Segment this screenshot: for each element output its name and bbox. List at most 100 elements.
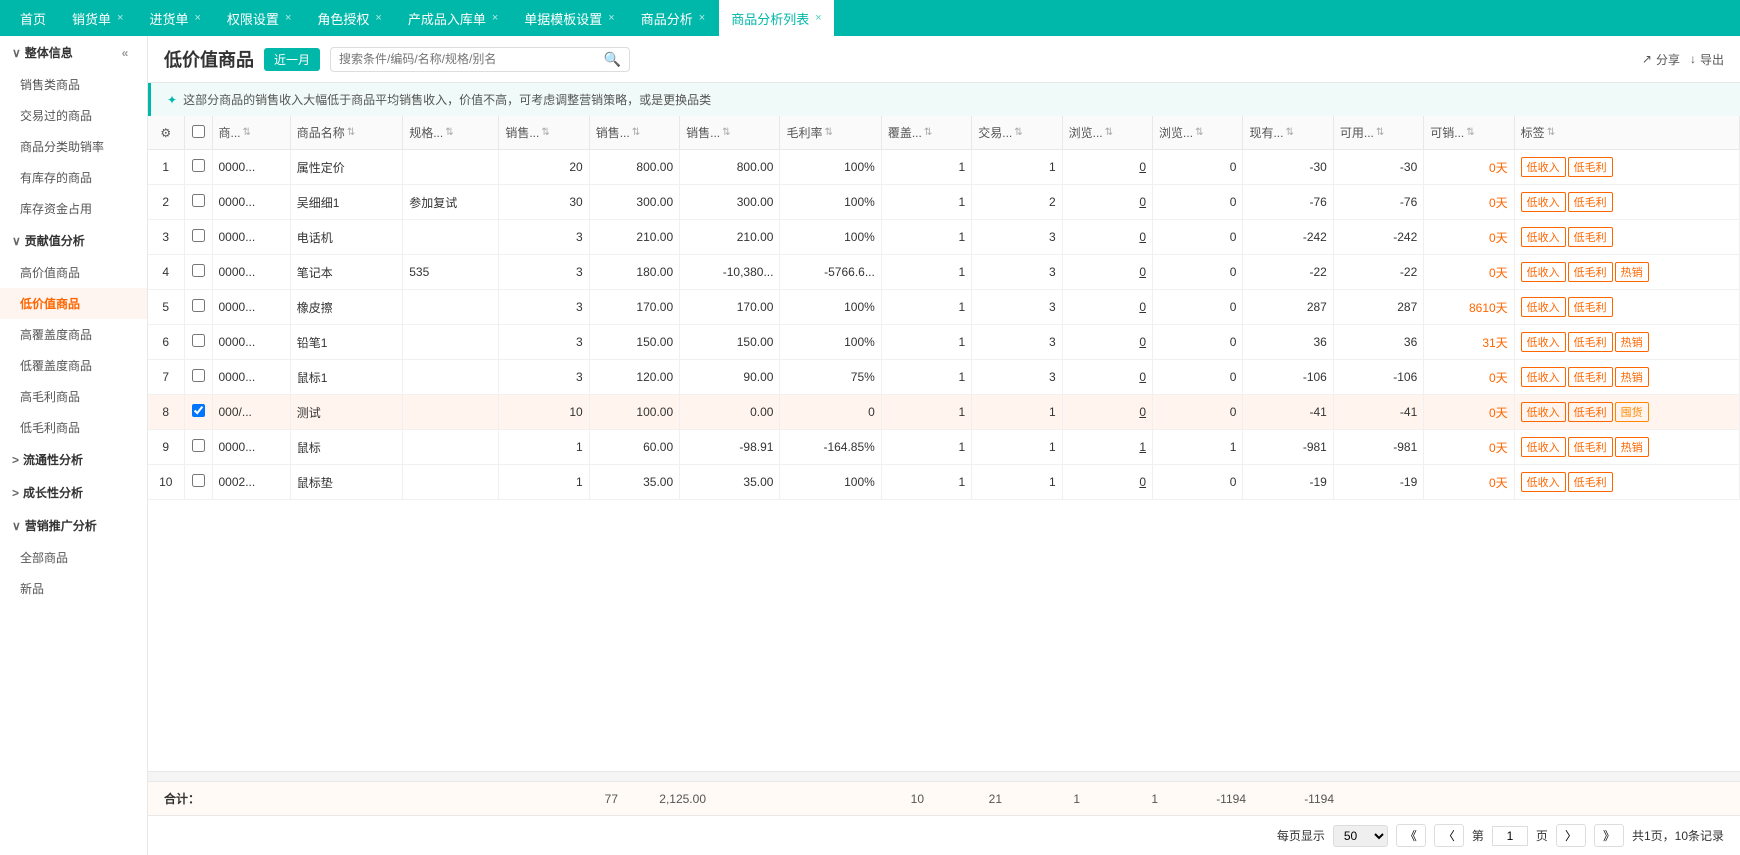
row-view1: 0 (1062, 395, 1152, 430)
nav-close-icon[interactable]: × (815, 12, 821, 24)
nav-close-icon[interactable]: × (699, 12, 705, 24)
nav-product-analysis-list[interactable]: 商品分析列表 × (719, 0, 833, 36)
nav-product-analysis[interactable]: 商品分析 × (629, 0, 717, 36)
sidebar-section-contribution[interactable]: ∨ 贡献值分析 (0, 224, 147, 257)
row-name[interactable]: 橡皮擦 (290, 290, 402, 325)
sidebar-item-inventory-products[interactable]: 有库存的商品 (0, 162, 147, 193)
sort-icon[interactable]: ⇅ (347, 127, 355, 138)
chevron-down-icon: ∨ (12, 519, 21, 533)
export-button[interactable]: ↓ 导出 (1690, 51, 1724, 68)
row-sellable: 0天 (1424, 395, 1514, 430)
row-name[interactable]: 电话机 (290, 220, 402, 255)
sidebar-item-category-rate[interactable]: 商品分类助销率 (0, 131, 147, 162)
sidebar-item-low-coverage[interactable]: 低覆盖度商品 (0, 350, 147, 381)
sidebar-item-sales-products[interactable]: 销售类商品 (0, 69, 147, 100)
sort-icon[interactable]: ⇅ (1014, 127, 1022, 138)
row-checkbox[interactable] (192, 334, 205, 347)
last-page-button[interactable]: 》 (1594, 824, 1624, 847)
first-page-button[interactable]: 《 (1396, 824, 1426, 847)
row-checkbox[interactable] (192, 229, 205, 242)
sidebar-item-traded-products[interactable]: 交易过的商品 (0, 100, 147, 131)
row-sellable: 0天 (1424, 150, 1514, 185)
select-all-checkbox[interactable] (192, 125, 205, 138)
page-number-input[interactable] (1492, 826, 1528, 846)
row-name[interactable]: 吴细细1 (290, 185, 402, 220)
row-checkbox[interactable] (192, 159, 205, 172)
prev-page-button[interactable]: 〈 (1434, 824, 1464, 847)
row-checkbox[interactable] (192, 299, 205, 312)
sort-icon[interactable]: ⇅ (1376, 127, 1384, 138)
share-button[interactable]: ↗ 分享 (1642, 51, 1680, 68)
search-input[interactable] (339, 52, 598, 66)
sidebar-item-low-value[interactable]: 低价值商品 (0, 288, 147, 319)
next-page-button[interactable]: 〉 (1556, 824, 1586, 847)
sort-icon[interactable]: ⇅ (1466, 127, 1474, 138)
nav-home[interactable]: 首页 (8, 0, 58, 36)
sidebar-item-inventory-capital[interactable]: 库存资金占用 (0, 193, 147, 224)
row-code: 0000... (212, 325, 290, 360)
sort-icon[interactable]: ⇅ (722, 127, 730, 138)
sort-icon[interactable]: ⇅ (1105, 127, 1113, 138)
nav-close-icon[interactable]: × (608, 12, 614, 24)
sidebar-item-high-margin[interactable]: 高毛利商品 (0, 381, 147, 412)
row-name[interactable]: 鼠标垫 (290, 465, 402, 500)
date-filter-button[interactable]: 近一月 (264, 48, 320, 71)
row-checkbox[interactable] (192, 439, 205, 452)
settings-icon[interactable]: ⚙ (160, 126, 171, 140)
nav-close-icon[interactable]: × (117, 12, 123, 24)
row-name[interactable]: 属性定价 (290, 150, 402, 185)
nav-finished-goods[interactable]: 产成品入库单 × (396, 0, 510, 36)
sidebar-collapse-btn[interactable]: « (115, 46, 135, 60)
row-checkbox[interactable] (192, 404, 205, 417)
row-name[interactable]: 鼠标 (290, 430, 402, 465)
row-checkbox[interactable] (192, 369, 205, 382)
sort-icon[interactable]: ⇅ (632, 127, 640, 138)
horizontal-scrollbar[interactable] (148, 771, 1740, 781)
col-sales-price: 销售... ⇅ (589, 116, 679, 150)
row-name[interactable]: 笔记本 (290, 255, 402, 290)
sidebar-item-low-margin[interactable]: 低毛利商品 (0, 412, 147, 443)
sidebar-section-marketing[interactable]: ∨ 营销推广分析 (0, 509, 147, 542)
sort-icon[interactable]: ⇅ (1285, 127, 1293, 138)
nav-close-icon[interactable]: × (492, 12, 498, 24)
nav-permissions[interactable]: 权限设置 × (215, 0, 303, 36)
row-checkbox[interactable] (192, 264, 205, 277)
sidebar-item-high-value[interactable]: 高价值商品 (0, 257, 147, 288)
sort-icon[interactable]: ⇅ (541, 127, 549, 138)
row-code: 0000... (212, 255, 290, 290)
sidebar-section-growth[interactable]: > 成长性分析 (0, 476, 147, 509)
sort-icon[interactable]: ⇅ (1195, 127, 1203, 138)
nav-purchase-order[interactable]: 进货单 × (137, 0, 212, 36)
sidebar-item-new-products[interactable]: 新品 (0, 573, 147, 604)
row-checkbox-cell (184, 220, 212, 255)
sidebar-item-all-products[interactable]: 全部商品 (0, 542, 147, 573)
row-checkbox[interactable] (192, 474, 205, 487)
nav-role-auth[interactable]: 角色授权 × (305, 0, 393, 36)
row-sales-amount: 0.00 (680, 395, 780, 430)
nav-close-icon[interactable]: × (194, 12, 200, 24)
sort-icon[interactable]: ⇅ (1547, 127, 1555, 138)
row-code: 0000... (212, 290, 290, 325)
page-size-select[interactable]: 50 100 (1333, 825, 1388, 847)
page-label: 第 (1472, 827, 1484, 844)
row-sales-qty: 20 (499, 150, 589, 185)
sort-icon[interactable]: ⇅ (824, 127, 832, 138)
sort-icon[interactable]: ⇅ (924, 127, 932, 138)
row-name[interactable]: 铅笔1 (290, 325, 402, 360)
nav-close-icon[interactable]: × (375, 12, 381, 24)
row-tags: 低收入低毛利热销 (1514, 325, 1739, 360)
row-spec: 参加复试 (403, 185, 499, 220)
nav-sales-order[interactable]: 销货单 × (60, 0, 135, 36)
nav-close-icon[interactable]: × (285, 12, 291, 24)
sort-icon[interactable]: ⇅ (243, 127, 251, 138)
row-name[interactable]: 测试 (290, 395, 402, 430)
sidebar-item-high-coverage[interactable]: 高覆盖度商品 (0, 319, 147, 350)
row-name[interactable]: 鼠标1 (290, 360, 402, 395)
nav-template-settings[interactable]: 单据模板设置 × (512, 0, 626, 36)
sidebar-section-overall[interactable]: ∨ 整体信息 « (0, 36, 147, 69)
product-tag: 热销 (1615, 437, 1649, 457)
row-checkbox[interactable] (192, 194, 205, 207)
sidebar-section-flow[interactable]: > 流通性分析 (0, 443, 147, 476)
sort-icon[interactable]: ⇅ (445, 127, 453, 138)
row-current-stock: 36 (1243, 325, 1333, 360)
